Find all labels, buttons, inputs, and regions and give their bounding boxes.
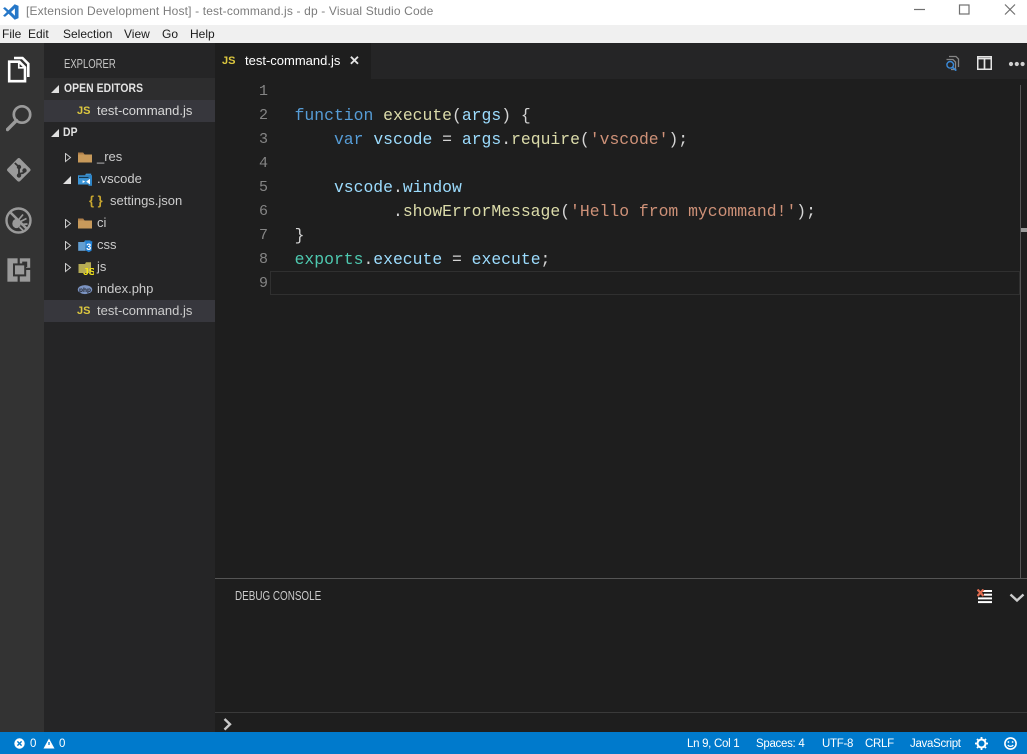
svg-text:3: 3 (86, 242, 91, 252)
svg-text:php: php (79, 287, 91, 294)
svg-text:JS: JS (83, 267, 94, 276)
